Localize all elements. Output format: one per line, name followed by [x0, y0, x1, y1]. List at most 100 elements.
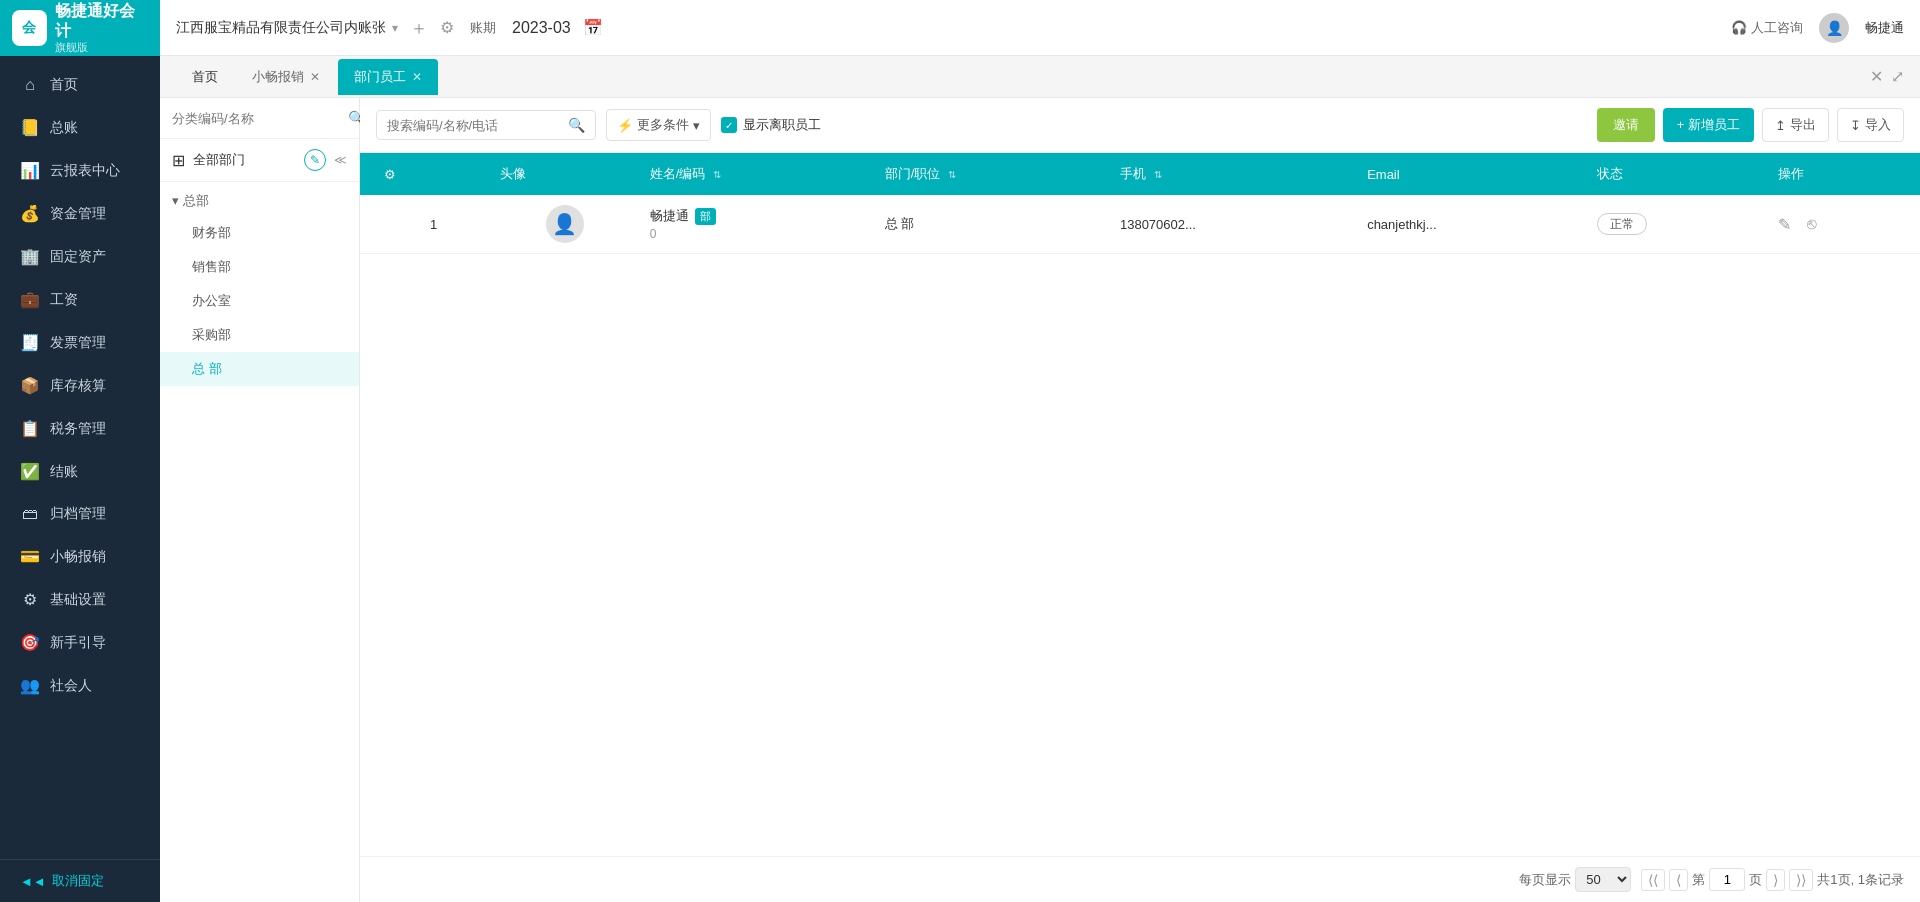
show-resigned-checkbox[interactable]: ✓ 显示离职员工 [721, 116, 821, 134]
dept-item-caiwu[interactable]: 财务部 [160, 216, 359, 250]
sidebar-label-inventory: 库存核算 [50, 377, 106, 395]
tab-close-all-button[interactable]: ✕ [1870, 67, 1883, 86]
sidebar-item-xiaochang[interactable]: 💳小畅报销 [0, 535, 160, 578]
th-dept[interactable]: 部门/职位 ⇅ [875, 153, 1110, 195]
page-total: 共1页, 1条记录 [1817, 871, 1904, 889]
employee-name: 畅捷通 [650, 207, 689, 225]
dept-item-caigou[interactable]: 采购部 [160, 318, 359, 352]
sidebar-label-invoice: 发票管理 [50, 334, 106, 352]
company-selector[interactable]: 江西服宝精品有限责任公司内账张 ▾ [176, 19, 398, 37]
sidebar-unpin[interactable]: ◄◄ 取消固定 [0, 859, 160, 902]
sidebar-item-social[interactable]: 👥社会人 [0, 664, 160, 707]
sidebar-item-archive[interactable]: 🗃归档管理 [0, 493, 160, 535]
export-button[interactable]: ↥ 导出 [1762, 108, 1829, 142]
sidebar-item-wages[interactable]: 💼 工资 [0, 278, 160, 321]
sort-dept-icon: ⇅ [948, 169, 956, 180]
tab-employees[interactable]: 部门员工 ✕ [338, 59, 438, 95]
sidebar-item-settings[interactable]: ⚙基础设置 [0, 578, 160, 621]
dept-search-input[interactable] [172, 111, 340, 126]
add-employee-button[interactable]: + 新增员工 [1663, 108, 1754, 142]
signout-employee-button[interactable]: ⎋ [1807, 215, 1817, 233]
th-name[interactable]: 姓名/编码 ⇅ [640, 153, 875, 195]
sidebar-item-settle[interactable]: ✅结账 [0, 450, 160, 493]
checkbox-label: 显示离职员工 [743, 116, 821, 134]
edit-employee-button[interactable]: ✎ [1778, 215, 1791, 234]
th-phone[interactable]: 手机 ⇅ [1110, 153, 1357, 195]
sidebar-icon-tax: 📋 [20, 419, 40, 438]
add-company-button[interactable]: ＋ [410, 16, 428, 40]
dept-collapse-icon[interactable]: ≪ [334, 153, 347, 167]
page-last-button[interactable]: ⟩⟩ [1789, 869, 1813, 891]
tab-expense-close[interactable]: ✕ [310, 70, 320, 84]
import-button[interactable]: ↧ 导入 [1837, 108, 1904, 142]
employee-toolbar: 🔍 ⚡ 更多条件 ▾ ✓ 显示离职员工 邀请 + 新增员工 [360, 98, 1920, 153]
th-ops: 操作 [1768, 153, 1920, 195]
dept-all-label: 全部部门 [193, 151, 245, 169]
calendar-icon[interactable]: 📅 [583, 18, 603, 37]
period-label: 账期 [470, 19, 496, 37]
dept-edit-button[interactable]: ✎ [304, 149, 326, 171]
page-unit: 页 [1749, 871, 1762, 889]
row-status-cell: 正常 [1587, 195, 1767, 254]
tab-employees-close[interactable]: ✕ [412, 70, 422, 84]
company-settings-icon[interactable]: ⚙ [440, 18, 454, 37]
sidebar-item-funds[interactable]: 💰资金管理 [0, 192, 160, 235]
support-button[interactable]: 🎧 人工咨询 [1731, 19, 1803, 37]
sidebar-item-home[interactable]: ⌂首页 [0, 64, 160, 106]
page-input[interactable] [1709, 868, 1745, 891]
employee-search-icon[interactable]: 🔍 [568, 117, 585, 133]
employee-search-bar: 🔍 [376, 110, 596, 140]
sidebar-item-tax[interactable]: 📋税务管理 [0, 407, 160, 450]
th-settings[interactable]: ⚙ [360, 153, 420, 195]
period-value: 2023-03 [512, 19, 571, 37]
employee-avatar: 👤 [546, 205, 584, 243]
dept-item-xiaoshou[interactable]: 销售部 [160, 250, 359, 284]
user-avatar: 👤 [1819, 13, 1849, 43]
sidebar-label-settings: 基础设置 [50, 591, 106, 609]
sidebar-item-invoice[interactable]: 🧾发票管理 [0, 321, 160, 364]
sidebar-item-inventory[interactable]: 📦库存核算 [0, 364, 160, 407]
sidebar-label-xiaochang: 小畅报销 [50, 548, 106, 566]
employee-code: 0 [650, 227, 865, 241]
tab-home[interactable]: 首页 [176, 59, 234, 95]
dept-all-header: ⊞ 全部部门 ✎ ≪ [160, 139, 359, 182]
page-first-button[interactable]: ⟨⟨ [1641, 869, 1665, 891]
dept-badge: 部 [695, 208, 716, 225]
page-size-select[interactable]: 50 10 20 100 [1575, 867, 1631, 892]
dept-item-zongbu[interactable]: 总 部 [160, 352, 359, 386]
tabs-actions: ✕ ⤢ [1870, 67, 1904, 86]
sidebar-item-guide[interactable]: 🎯新手引导 [0, 621, 160, 664]
filter-arrow-icon: ▾ [693, 118, 700, 133]
row-name-cell: 畅捷通 部 0 [640, 195, 875, 254]
sidebar-label-social: 社会人 [50, 677, 92, 695]
sidebar-icon-archive: 🗃 [20, 505, 40, 523]
logo-text-wrap: 畅捷通好会计 旗舰版 [55, 1, 148, 54]
tab-home-label: 首页 [192, 68, 218, 86]
company-name: 江西服宝精品有限责任公司内账张 [176, 19, 386, 37]
dept-group-zongbu[interactable]: ▾ 总部 [160, 186, 359, 216]
page-next-button[interactable]: ⟩ [1766, 869, 1785, 891]
sidebar-icon-wages: 💼 [20, 290, 40, 309]
sidebar-icon-assets: 🏢 [20, 247, 40, 266]
unpin-label: 取消固定 [52, 872, 104, 890]
logo-title: 畅捷通好会计 [55, 1, 148, 39]
tab-expense[interactable]: 小畅报销 ✕ [236, 59, 336, 95]
employee-search-input[interactable] [387, 118, 562, 133]
filter-button[interactable]: ⚡ 更多条件 ▾ [606, 109, 711, 141]
sidebar-item-assets[interactable]: 🏢固定资产 [0, 235, 160, 278]
page-prev-button[interactable]: ⟨ [1669, 869, 1688, 891]
sidebar-label-settle: 结账 [50, 463, 78, 481]
sidebar-nav: ⌂首页📒总账📊云报表中心💰资金管理🏢固定资产 💼 工资 🧾发票管理📦库存核算📋税务管理… [0, 56, 160, 859]
employee-table: ⚙ 头像 姓名/编码 ⇅ 部门/职位 ⇅ 手机 ⇅ Email 状态 操作 [360, 153, 1920, 254]
tab-expand-button[interactable]: ⤢ [1891, 67, 1904, 86]
sidebar-item-reports[interactable]: 📊云报表中心 [0, 149, 160, 192]
sidebar-item-ledger[interactable]: 📒总账 [0, 106, 160, 149]
th-index [420, 153, 490, 195]
invite-button[interactable]: 邀请 [1597, 108, 1655, 142]
sidebar-label-wages: 工资 [50, 291, 78, 309]
toolbar-right-actions: 邀请 + 新增员工 ↥ 导出 ↧ 导入 [1597, 108, 1904, 142]
export-icon: ↥ [1775, 118, 1786, 133]
row-email-cell: chanjethkj... [1357, 195, 1587, 254]
unpin-icon: ◄◄ [20, 874, 46, 889]
dept-item-bangongshi[interactable]: 办公室 [160, 284, 359, 318]
